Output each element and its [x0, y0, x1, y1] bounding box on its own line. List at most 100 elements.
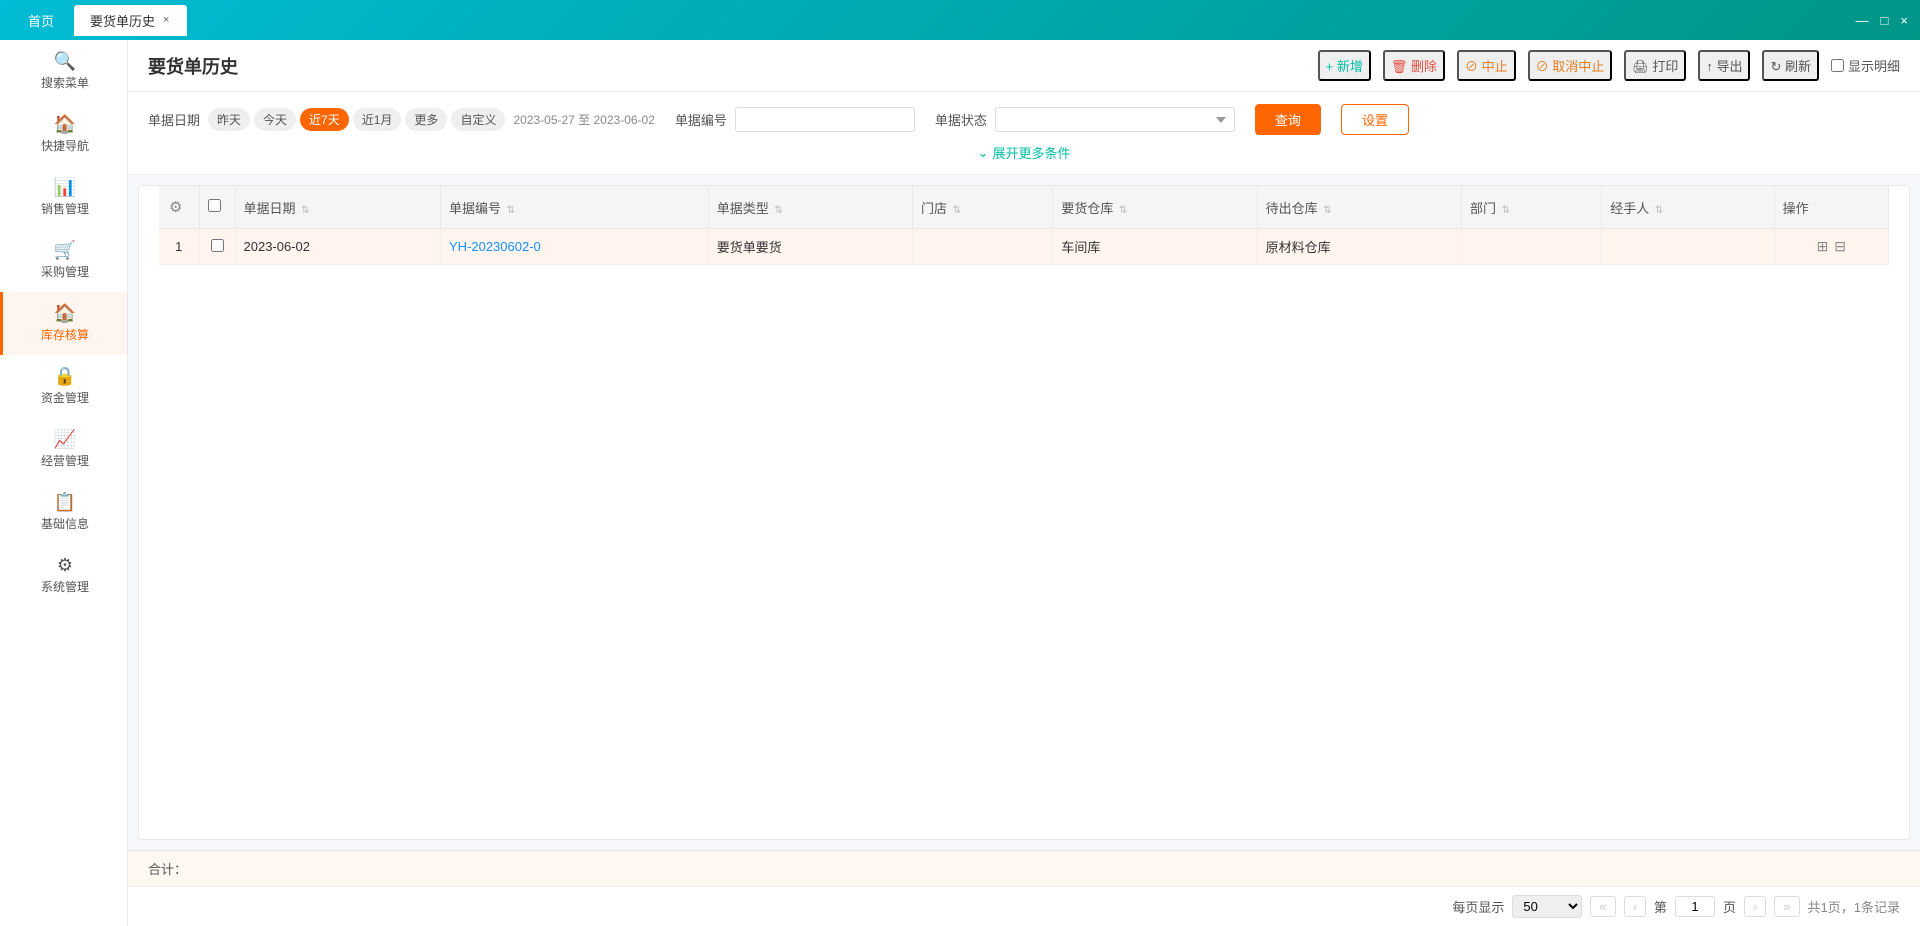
main-layout: 🔍 搜索菜单 🏠 快捷导航 📊 销售管理 🛒 采购管理 🏠 库存核算 🔒 资金管… [0, 40, 1920, 926]
date-btn-7days[interactable]: 近7天 [300, 108, 349, 131]
col-handler[interactable]: 经手人 ⇅ [1602, 186, 1774, 229]
tab-close-icon[interactable]: × [161, 14, 171, 26]
col-doc-type-label: 单据类型 [717, 201, 769, 216]
col-req-warehouse-label: 要货仓库 [1061, 201, 1113, 216]
page-number-input[interactable] [1675, 896, 1715, 917]
select-all-checkbox[interactable] [208, 199, 221, 212]
filter-area: 单据日期 昨天 今天 近7天 近1月 更多 自定义 2023-05-27 至 2… [128, 92, 1920, 175]
delete-button[interactable]: 🗑 删除 [1383, 50, 1445, 81]
close-btn[interactable]: × [1900, 13, 1908, 28]
per-page-select[interactable]: 20 50 100 200 [1512, 895, 1582, 918]
sidebar-item-ops-mgmt[interactable]: 📈 经营管理 [0, 418, 127, 481]
per-page-label: 每页显示 [1452, 897, 1504, 916]
filter-row-1: 单据日期 昨天 今天 近7天 近1月 更多 自定义 2023-05-27 至 2… [148, 104, 1900, 135]
sort-dept-icon: ⇅ [1502, 205, 1510, 216]
page-label: 第 [1654, 897, 1667, 916]
cell-req-warehouse: 车间库 [1053, 229, 1257, 265]
date-btn-today[interactable]: 今天 [254, 108, 296, 131]
expand-label: 展开更多条件 [992, 143, 1070, 162]
show-detail-check[interactable] [1831, 59, 1844, 72]
tab-current[interactable]: 要货单历史 × [74, 5, 187, 36]
col-select-all [199, 186, 235, 229]
next-page-btn[interactable]: › [1744, 896, 1766, 917]
sort-shop-icon: ⇅ [953, 205, 961, 216]
doc-status-select[interactable]: 草稿 已确认 已中止 [995, 107, 1235, 132]
expand-more-btn[interactable]: ⌄ 展开更多条件 [148, 143, 1900, 162]
doc-number-input[interactable] [735, 107, 915, 132]
sort-doc-date-icon: ⇅ [301, 205, 309, 216]
more-icon[interactable]: ⊟ [1834, 238, 1846, 255]
doc-number-link[interactable]: YH-20230602-0 [449, 239, 541, 254]
sort-handler-icon: ⇅ [1655, 205, 1663, 216]
sidebar-item-finance[interactable]: 🔒 资金管理 [0, 355, 127, 418]
query-button[interactable]: 查询 [1255, 104, 1321, 135]
col-doc-number[interactable]: 单据编号 ⇅ [440, 186, 708, 229]
prev-page-btn[interactable]: ‹ [1624, 896, 1646, 917]
stop-button[interactable]: ⊘ 中止 [1457, 50, 1516, 81]
sidebar-item-quick-nav[interactable]: 🏠 快捷导航 [0, 103, 127, 166]
header-actions: + 新增 🗑 删除 ⊘ 中止 ⊘ 取消中止 🖨 打印 ↑ 导出 ↻ 刷新 显示明… [1318, 50, 1900, 81]
sidebar-item-label: 资金管理 [41, 389, 89, 406]
edit-icon[interactable]: ⊞ [1817, 238, 1829, 255]
new-button[interactable]: + 新增 [1318, 50, 1371, 81]
summary-label: 合计： [148, 859, 187, 878]
date-filter-group: 单据日期 昨天 今天 近7天 近1月 更多 自定义 2023-05-27 至 2… [148, 108, 655, 131]
sidebar-item-label: 采购管理 [41, 263, 89, 280]
date-btn-yesterday[interactable]: 昨天 [208, 108, 250, 131]
page-header: 要货单历史 + 新增 🗑 删除 ⊘ 中止 ⊘ 取消中止 🖨 打印 ↑ 导出 ↻ … [128, 40, 1920, 92]
sort-pending-warehouse-icon: ⇅ [1323, 205, 1331, 216]
maximize-btn[interactable]: □ [1881, 13, 1889, 28]
col-pending-warehouse[interactable]: 待出仓库 ⇅ [1257, 186, 1461, 229]
col-doc-type[interactable]: 单据类型 ⇅ [708, 186, 912, 229]
table-row: 1 2023-06-02 YH-20230602-0 要货单要货 车间库 原材料… [159, 229, 1889, 265]
cell-dept [1461, 229, 1601, 265]
window-controls: — □ × [1856, 13, 1908, 28]
page-title: 要货单历史 [148, 53, 238, 79]
first-page-btn[interactable]: « [1590, 896, 1615, 917]
sidebar-item-search-menu[interactable]: 🔍 搜索菜单 [0, 40, 127, 103]
basic-info-icon: 📋 [54, 493, 76, 511]
doc-date-label: 单据日期 [148, 110, 200, 129]
col-shop[interactable]: 门店 ⇅ [913, 186, 1053, 229]
col-shop-label: 门店 [921, 201, 947, 216]
col-doc-date[interactable]: 单据日期 ⇅ [235, 186, 440, 229]
doc-status-label: 单据状态 [935, 110, 987, 129]
date-btn-1month[interactable]: 近1月 [353, 108, 402, 131]
table-area: ⚙ 单据日期 ⇅ 单据编号 ⇅ [138, 185, 1910, 840]
cell-operation: ⊞ ⊟ [1774, 229, 1888, 265]
sidebar-item-inventory[interactable]: 🏠 库存核算 [0, 292, 127, 355]
date-btn-custom[interactable]: 自定义 [451, 108, 505, 131]
sidebar-item-sales-mgmt[interactable]: 📊 销售管理 [0, 166, 127, 229]
sidebar-item-sys-mgmt[interactable]: ⚙ 系统管理 [0, 544, 127, 607]
sales-mgmt-icon: 📊 [54, 178, 76, 196]
minimize-btn[interactable]: — [1856, 13, 1869, 28]
action-icons: ⊞ ⊟ [1783, 238, 1880, 255]
export-button[interactable]: ↑ 导出 [1698, 50, 1750, 81]
refresh-button[interactable]: ↻ 刷新 [1762, 50, 1819, 81]
sys-mgmt-icon: ⚙ [57, 556, 73, 574]
row-select-checkbox[interactable] [211, 239, 224, 252]
col-dept-label: 部门 [1470, 201, 1496, 216]
show-detail-checkbox[interactable]: 显示明细 [1831, 56, 1900, 75]
sort-req-warehouse-icon: ⇅ [1119, 205, 1127, 216]
settings-button[interactable]: 设置 [1341, 104, 1409, 135]
sidebar-item-label: 基础信息 [41, 515, 89, 532]
pagination-bar: 每页显示 20 50 100 200 « ‹ 第 页 › » 共1页，1条记录 [128, 886, 1920, 926]
col-req-warehouse[interactable]: 要货仓库 ⇅ [1053, 186, 1257, 229]
sidebar-item-label: 库存核算 [41, 326, 89, 343]
date-btn-more[interactable]: 更多 [405, 108, 447, 131]
column-settings-btn[interactable]: ⚙ [167, 196, 184, 218]
sidebar-item-purchase-mgmt[interactable]: 🛒 采购管理 [0, 229, 127, 292]
cell-doc-number: YH-20230602-0 [440, 229, 708, 265]
table-header-row: ⚙ 单据日期 ⇅ 单据编号 ⇅ [159, 186, 1889, 229]
col-settings: ⚙ [159, 186, 199, 229]
inventory-icon: 🏠 [54, 304, 76, 322]
col-dept[interactable]: 部门 ⇅ [1461, 186, 1601, 229]
cancel-stop-button[interactable]: ⊘ 取消中止 [1528, 50, 1613, 81]
col-operation: 操作 [1774, 186, 1888, 229]
last-page-btn[interactable]: » [1774, 896, 1799, 917]
sidebar-item-basic-info[interactable]: 📋 基础信息 [0, 481, 127, 544]
cell-pending-warehouse: 原材料仓库 [1257, 229, 1461, 265]
tab-home[interactable]: 首页 [12, 5, 70, 36]
print-button[interactable]: 🖨 打印 [1624, 50, 1686, 81]
